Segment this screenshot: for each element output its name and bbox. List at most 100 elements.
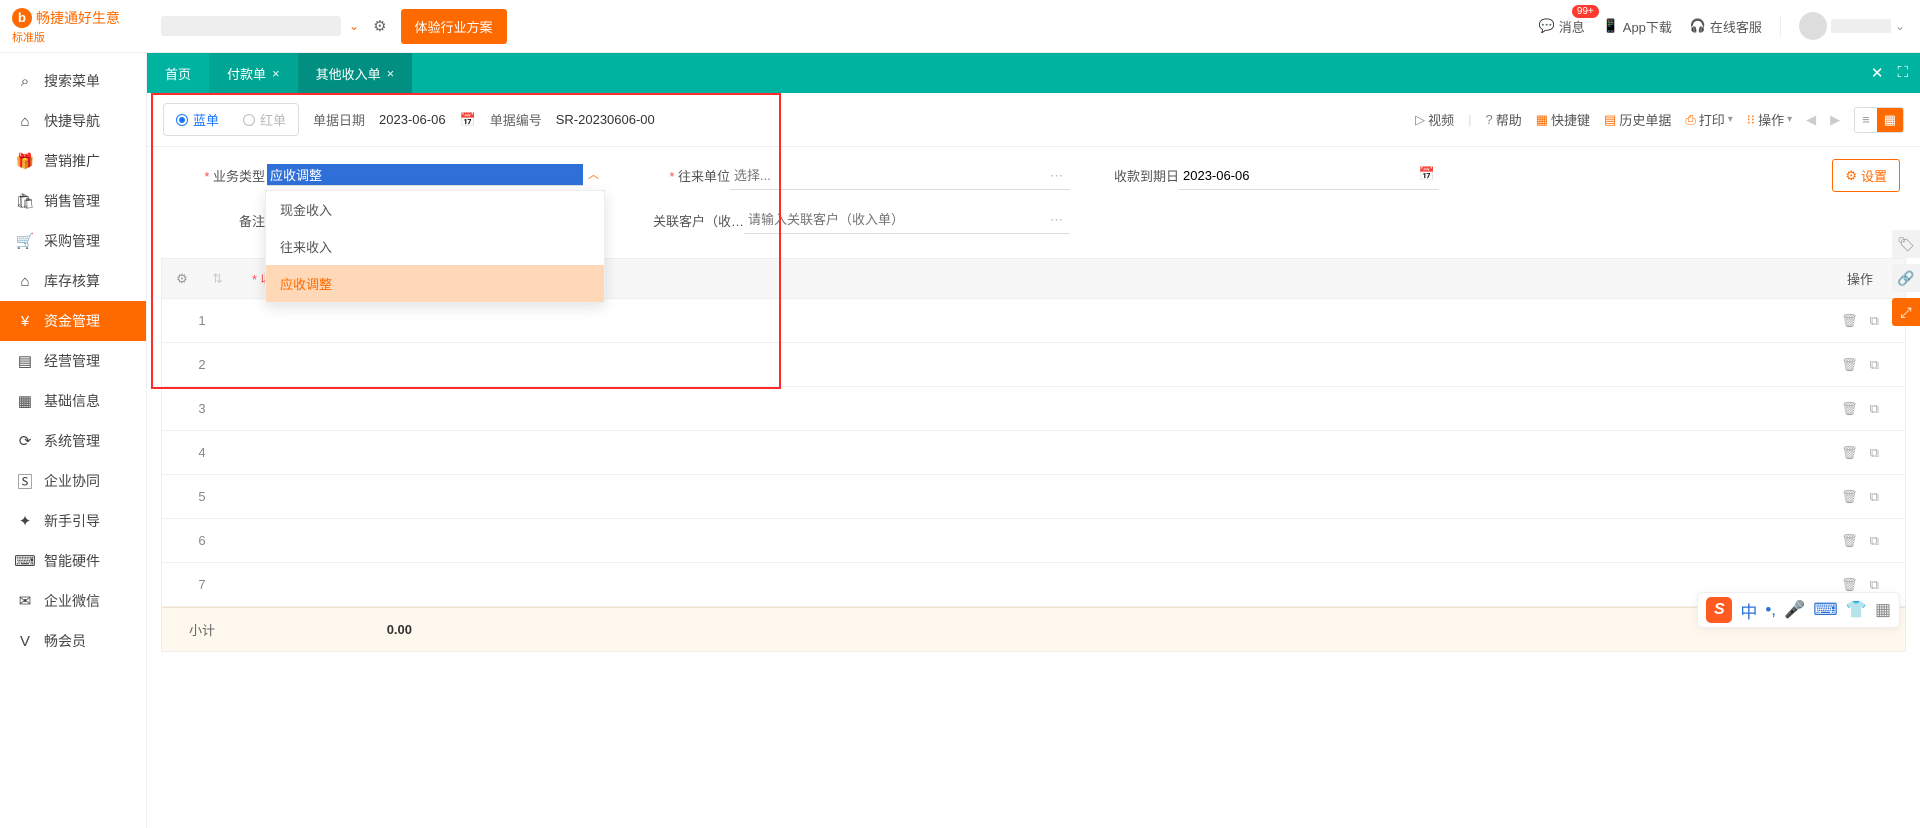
view-mode-card[interactable]: ▦: [1877, 108, 1903, 132]
col-sort-icon[interactable]: ⇅: [202, 271, 242, 287]
chevron-up-icon[interactable]: ︿: [588, 166, 599, 182]
due-date-input[interactable]: [1179, 162, 1439, 190]
sidebar-icon: ⟳: [16, 432, 34, 450]
delete-row-icon[interactable]: 🗑: [1841, 489, 1858, 505]
sidebar-icon: ⌨: [16, 552, 34, 570]
copy-row-icon[interactable]: ⧉: [1870, 445, 1879, 461]
delete-row-icon[interactable]: 🗑: [1841, 313, 1858, 329]
sidebar-item[interactable]: ⟳系统管理: [0, 421, 146, 461]
next-doc-icon[interactable]: ▶: [1830, 112, 1840, 128]
copy-row-icon[interactable]: ⧉: [1870, 401, 1879, 417]
sidebar-item-label: 智能硬件: [44, 551, 100, 571]
table-row[interactable]: 4🗑⧉: [162, 431, 1905, 475]
cta-button[interactable]: 体验行业方案: [401, 9, 507, 44]
copy-row-icon[interactable]: ⧉: [1870, 357, 1879, 373]
copy-row-icon[interactable]: ⧉: [1870, 489, 1879, 505]
view-mode-list[interactable]: ≡: [1855, 108, 1877, 132]
sidebar-item[interactable]: ▦基础信息: [0, 381, 146, 421]
support-link[interactable]: 🎧 在线客服: [1690, 17, 1762, 36]
ime-skin-icon[interactable]: 👕: [1846, 600, 1867, 620]
delete-row-icon[interactable]: 🗑: [1841, 445, 1858, 461]
sidebar-item[interactable]: ✦新手引导: [0, 501, 146, 541]
row-index: 3: [162, 401, 242, 416]
sidebar-item[interactable]: ▤经营管理: [0, 341, 146, 381]
doc-no-label: 单据编号: [490, 110, 542, 129]
tab[interactable]: 付款单 ×: [209, 53, 298, 93]
side-tool-note-icon[interactable]: 🏷: [1892, 230, 1920, 258]
sidebar-item[interactable]: 🛍销售管理: [0, 181, 146, 221]
sidebar-item[interactable]: ⌨ 智能硬件: [0, 541, 146, 581]
print-link[interactable]: ⎙打印▾: [1685, 110, 1732, 129]
settings-button[interactable]: ⚙设置: [1832, 159, 1900, 192]
dropdown-option[interactable]: 往来收入: [266, 228, 604, 265]
logo-edition: 标准版: [12, 29, 135, 45]
dropdown-option[interactable]: 现金收入: [266, 191, 604, 228]
tab[interactable]: 其他收入单×: [298, 53, 413, 93]
close-icon[interactable]: ×: [272, 66, 280, 81]
red-doc-radio[interactable]: 红单: [231, 104, 298, 135]
side-tool-link-icon[interactable]: 🔗: [1892, 264, 1920, 292]
ime-punct-icon[interactable]: •,: [1765, 600, 1776, 620]
delete-row-icon[interactable]: 🗑: [1841, 577, 1858, 593]
detail-table: ⚙ ⇅ * 收 操作 1🗑⧉2🗑⧉3🗑⧉4🗑⧉5🗑⧉6🗑⧉7🗑⧉ 小计 0.00: [161, 258, 1906, 652]
logo-text: 畅捷通好生意: [36, 8, 120, 28]
close-icon[interactable]: ×: [387, 66, 395, 81]
tab[interactable]: 首页: [147, 53, 209, 93]
sidebar-item-label: 企业微信: [44, 591, 100, 611]
table-row[interactable]: 2🗑⧉: [162, 343, 1905, 387]
ime-mic-icon[interactable]: 🎤: [1784, 600, 1805, 620]
company-selector[interactable]: ⌄: [147, 16, 373, 36]
sidebar-item[interactable]: ✉企业微信: [0, 581, 146, 621]
copy-row-icon[interactable]: ⧉: [1870, 533, 1879, 549]
history-link[interactable]: ▤历史单据: [1604, 110, 1671, 129]
video-link[interactable]: ▷视频: [1415, 110, 1454, 129]
sidebar-item[interactable]: 🎁营销推广: [0, 141, 146, 181]
dropdown-option[interactable]: 应收调整: [266, 265, 604, 302]
gear-icon[interactable]: ⚙: [373, 17, 386, 35]
delete-row-icon[interactable]: 🗑: [1841, 533, 1858, 549]
table-row[interactable]: 3 🗑 ⧉: [162, 387, 1905, 431]
ime-keyboard-icon[interactable]: ⌨: [1813, 600, 1838, 620]
table-config-icon[interactable]: ⚙: [162, 271, 202, 287]
side-tool-expand-icon[interactable]: ⤢: [1892, 298, 1920, 326]
sidebar-item[interactable]: ⌂快捷导航: [0, 101, 146, 141]
partner-input[interactable]: [730, 162, 1070, 190]
sidebar-item-label: 采购管理: [44, 231, 100, 251]
table-row[interactable]: 7🗑⧉: [162, 563, 1905, 607]
calendar-icon[interactable]: 📅: [460, 112, 476, 128]
delete-row-icon[interactable]: 🗑: [1841, 401, 1858, 417]
copy-row-icon[interactable]: ⧉: [1870, 313, 1879, 329]
fullscreen-icon[interactable]: ⛶: [1897, 64, 1908, 82]
doc-date-value[interactable]: 2023-06-06: [379, 112, 446, 127]
ime-menu-icon[interactable]: ▦: [1875, 600, 1891, 620]
copy-row-icon[interactable]: ⧉: [1870, 577, 1879, 593]
shortcut-link[interactable]: ▦快捷键: [1536, 110, 1590, 129]
more-icon[interactable]: ⋯: [1050, 212, 1064, 228]
doc-date-label: 单据日期: [313, 110, 365, 129]
sidebar-item[interactable]: V畅会员: [0, 621, 146, 661]
help-link[interactable]: ?帮助: [1485, 110, 1521, 129]
table-row[interactable]: 1🗑⧉: [162, 299, 1905, 343]
more-icon[interactable]: ⋯: [1050, 168, 1064, 184]
tab-label: 付款单: [227, 64, 266, 83]
app-download-link[interactable]: 📱 App下载: [1603, 17, 1672, 36]
sidebar-item[interactable]: 🅂企业协同: [0, 461, 146, 501]
operate-link[interactable]: ⁝⁝操作▾: [1747, 110, 1792, 129]
sidebar-item[interactable]: 🛒采购管理: [0, 221, 146, 261]
ime-lang[interactable]: 中: [1740, 598, 1757, 623]
delete-row-icon[interactable]: 🗑: [1841, 357, 1858, 373]
sidebar-item[interactable]: ¥资金管理: [0, 301, 146, 341]
relate-customer-input[interactable]: [744, 206, 1070, 234]
blue-doc-radio[interactable]: 蓝单: [164, 104, 231, 135]
message-link[interactable]: 💬 消息 99+: [1539, 17, 1585, 36]
close-all-icon[interactable]: ✕: [1871, 64, 1884, 82]
table-row[interactable]: 5🗑⧉: [162, 475, 1905, 519]
ime-toolbar[interactable]: S 中 •, 🎤 ⌨ 👕 ▦: [1697, 592, 1900, 628]
calendar-icon[interactable]: 📅: [1419, 166, 1435, 182]
biz-type-select[interactable]: 应收调整: [267, 164, 583, 186]
prev-doc-icon[interactable]: ◀: [1806, 112, 1816, 128]
sidebar-item[interactable]: ⌂库存核算: [0, 261, 146, 301]
sidebar-item[interactable]: ⌕搜索菜单: [0, 61, 146, 101]
table-row[interactable]: 6🗑⧉: [162, 519, 1905, 563]
user-menu[interactable]: ⌄: [1799, 12, 1905, 40]
